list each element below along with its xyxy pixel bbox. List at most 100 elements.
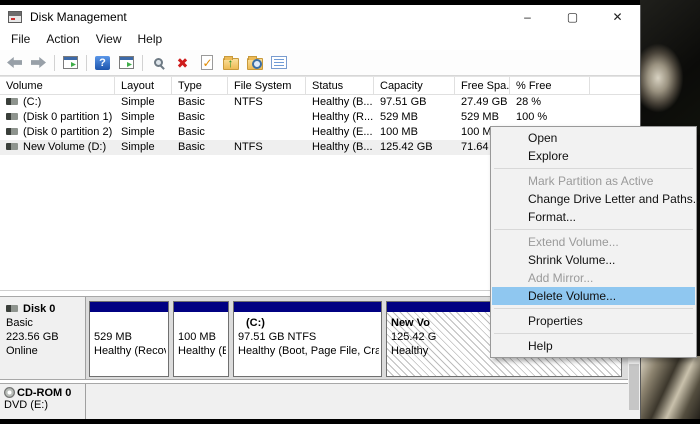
cell-status: Healthy (E... <box>306 125 374 140</box>
back-icon[interactable] <box>6 55 23 71</box>
cell-status: Healthy (R... <box>306 110 374 125</box>
close-button[interactable]: ✕ <box>595 5 640 28</box>
column-header-layout[interactable]: Layout <box>115 77 172 95</box>
column-header-volume[interactable]: Volume <box>0 77 115 95</box>
menu-item-add-mirror: Add Mirror... <box>492 269 695 287</box>
column-header-type[interactable]: Type <box>172 77 228 95</box>
column-header-freespace[interactable]: Free Spa... <box>455 77 510 95</box>
toolbar-separator <box>54 55 55 71</box>
cell-capacity: 125.42 GB <box>374 140 455 155</box>
volume-icon <box>6 128 18 135</box>
wallpaper-bottom <box>640 356 700 419</box>
table-row[interactable]: (Disk 0 partition 1) Simple Basic Health… <box>0 110 640 125</box>
cell-pctfree: 100 % <box>510 110 590 125</box>
forward-icon[interactable] <box>30 55 47 71</box>
open-folder-icon[interactable] <box>222 55 239 71</box>
toolbar-separator <box>86 55 87 71</box>
partition-size: 97.51 GB NTFS <box>238 330 379 344</box>
cell-pctfree: 28 % <box>510 95 590 110</box>
bottom-edge <box>0 419 700 424</box>
console-tree-icon[interactable] <box>62 55 79 71</box>
cell-layout: Simple <box>115 125 172 140</box>
cdrom-row: CD-ROM 0 DVD (E:) <box>0 383 628 419</box>
partition-status: Healthy (Recovery <box>94 344 166 358</box>
cell-layout: Simple <box>115 140 172 155</box>
delete-icon[interactable]: ✖ <box>174 55 191 71</box>
cell-volume: (Disk 0 partition 2) <box>23 126 112 138</box>
scrollbar-thumb[interactable] <box>629 364 639 410</box>
partition-recovery[interactable]: 529 MB Healthy (Recovery <box>89 301 169 377</box>
column-header-pctfree[interactable]: % Free <box>510 77 590 95</box>
menu-item-help[interactable]: Help <box>492 337 695 355</box>
column-header-capacity[interactable]: Capacity <box>374 77 455 95</box>
menu-item-change-drive-letter[interactable]: Change Drive Letter and Paths... <box>492 190 695 208</box>
action-pane-icon[interactable] <box>118 55 135 71</box>
partition-color-band <box>90 302 168 312</box>
cell-type: Basic <box>172 110 228 125</box>
menu-item-format[interactable]: Format... <box>492 208 695 226</box>
menu-separator <box>494 333 693 334</box>
cell-capacity: 529 MB <box>374 110 455 125</box>
help-icon[interactable]: ? <box>94 55 111 71</box>
cell-layout: Simple <box>115 95 172 110</box>
cell-volume: New Volume (D:) <box>23 141 106 153</box>
cell-filesystem: NTFS <box>228 95 306 110</box>
column-header-filler <box>590 77 640 95</box>
disk0-panel[interactable]: Disk 0 Basic 223.56 GB Online <box>0 297 86 379</box>
menu-file[interactable]: File <box>3 29 38 49</box>
cell-filesystem <box>228 110 306 125</box>
partition-size: 529 MB <box>94 330 166 344</box>
rescan-disks-icon[interactable] <box>150 55 167 71</box>
cell-freespace: 529 MB <box>455 110 510 125</box>
menu-help[interactable]: Help <box>130 29 171 49</box>
cdrom-panel[interactable]: CD-ROM 0 DVD (E:) <box>0 384 86 419</box>
menu-item-extend-volume: Extend Volume... <box>492 233 695 251</box>
disk-icon <box>6 305 18 312</box>
mark-check-icon[interactable] <box>198 55 215 71</box>
menu-separator <box>494 168 693 169</box>
menu-item-properties[interactable]: Properties <box>492 312 695 330</box>
partition-color-band <box>234 302 381 312</box>
column-header-status[interactable]: Status <box>306 77 374 95</box>
toolbar-separator <box>142 55 143 71</box>
menu-item-delete-volume[interactable]: Delete Volume... <box>492 287 695 305</box>
cell-filesystem <box>228 125 306 140</box>
wallpaper-top <box>640 0 700 135</box>
disk0-kind: Basic <box>6 316 85 330</box>
explore-folder-icon[interactable] <box>246 55 263 71</box>
disk0-size: 223.56 GB <box>6 330 85 344</box>
volume-icon <box>6 113 18 120</box>
properties-panel-icon[interactable] <box>270 55 287 71</box>
menu-item-shrink-volume[interactable]: Shrink Volume... <box>492 251 695 269</box>
partition-status: Healthy (EFI S <box>178 344 226 358</box>
menu-item-open[interactable]: Open <box>492 129 695 147</box>
menu-item-mark-partition-active: Mark Partition as Active <box>492 172 695 190</box>
cell-freespace: 27.49 GB <box>455 95 510 110</box>
menu-separator <box>494 308 693 309</box>
table-row[interactable]: (C:) Simple Basic NTFS Healthy (B... 97.… <box>0 95 640 110</box>
cell-status: Healthy (B... <box>306 95 374 110</box>
cell-type: Basic <box>172 125 228 140</box>
volume-list-header: Volume Layout Type File System Status Ca… <box>0 77 640 95</box>
disk-management-icon <box>8 11 22 23</box>
cell-volume: (C:) <box>23 96 41 108</box>
maximize-button[interactable]: ▢ <box>550 5 595 28</box>
toolbar: ? ✖ <box>0 50 640 76</box>
screen: Disk Management – ▢ ✕ File Action View H… <box>0 0 700 424</box>
menu-item-explore[interactable]: Explore <box>492 147 695 165</box>
cell-volume: (Disk 0 partition 1) <box>23 111 112 123</box>
menu-action[interactable]: Action <box>38 29 87 49</box>
menu-view[interactable]: View <box>88 29 130 49</box>
window-title: Disk Management <box>30 10 127 24</box>
partition-efi[interactable]: 100 MB Healthy (EFI S <box>173 301 229 377</box>
partition-c[interactable]: (C:) 97.51 GB NTFS Healthy (Boot, Page F… <box>233 301 382 377</box>
window-controls: – ▢ ✕ <box>505 5 640 28</box>
cdrom-name: CD-ROM 0 <box>17 387 71 399</box>
partition-label: (C:) <box>238 316 379 330</box>
minimize-button[interactable]: – <box>505 5 550 28</box>
partition-size: 100 MB <box>178 330 226 344</box>
cell-type: Basic <box>172 140 228 155</box>
cell-capacity: 97.51 GB <box>374 95 455 110</box>
partition-color-band <box>174 302 228 312</box>
column-header-filesystem[interactable]: File System <box>228 77 306 95</box>
